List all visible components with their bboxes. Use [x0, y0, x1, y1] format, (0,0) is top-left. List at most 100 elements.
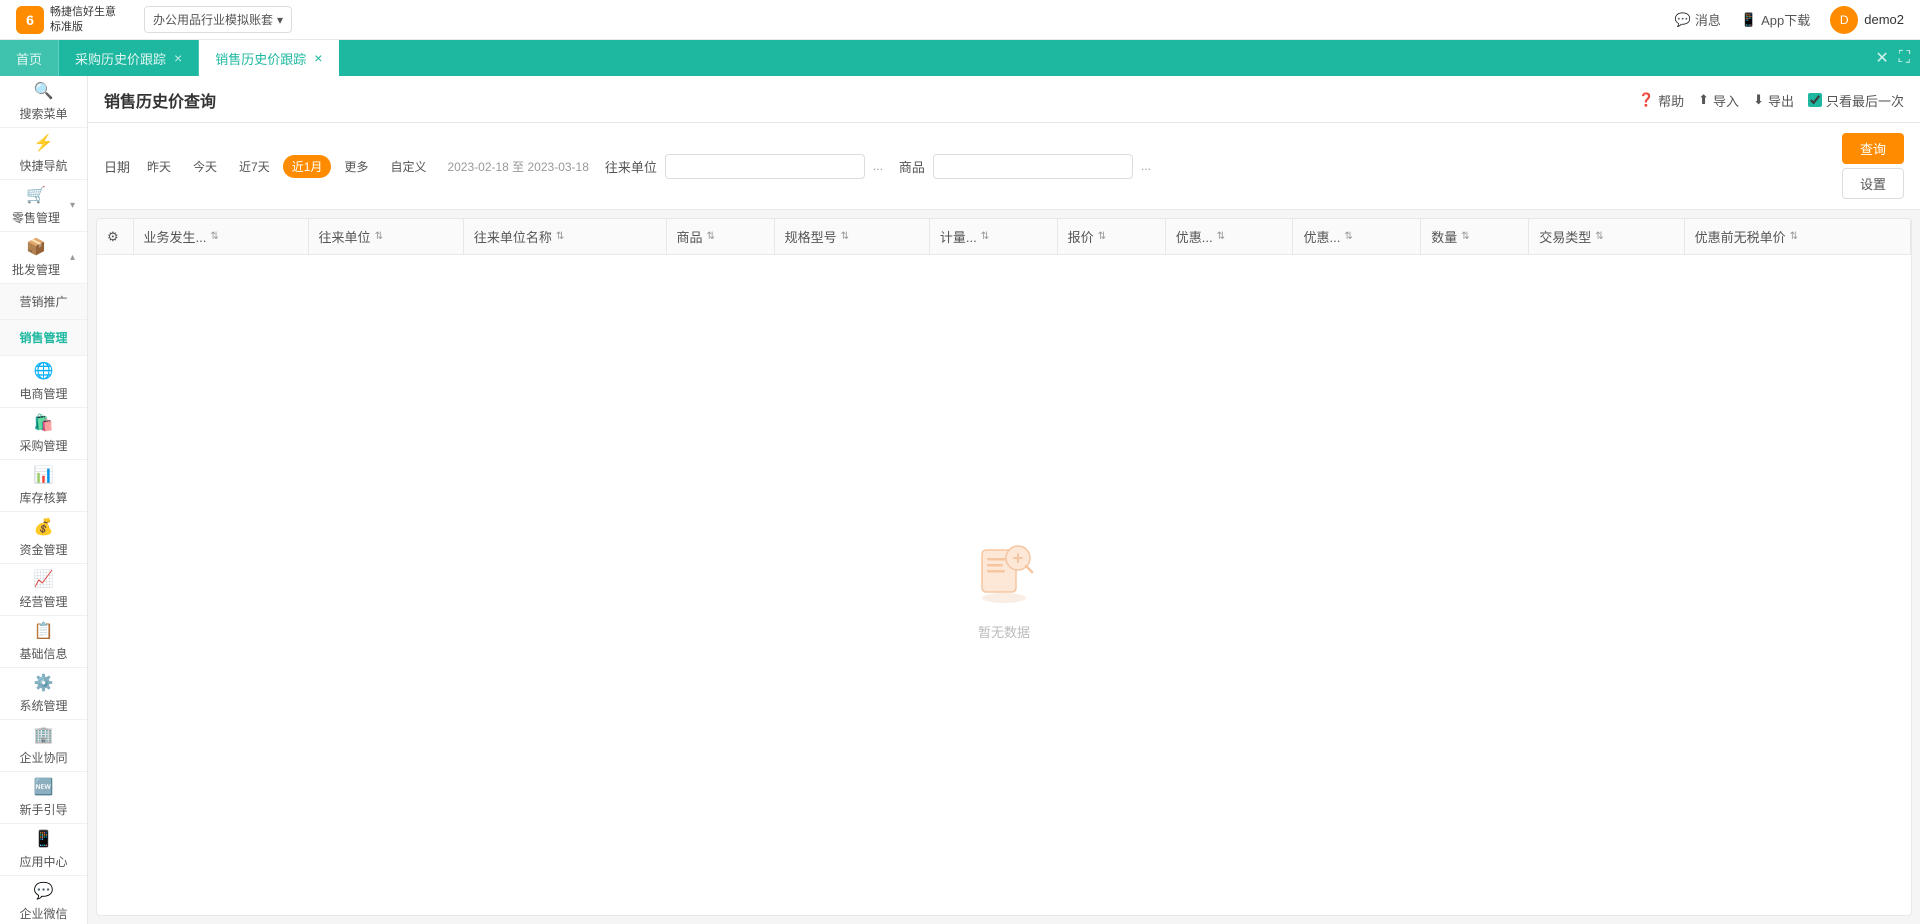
header-left: 6 畅捷信好生意 标准版 办公用品行业模拟账套 ▾ [16, 5, 292, 34]
sort-icon: ⇅ [1098, 231, 1106, 242]
sidebar-item-retail-mgmt[interactable]: 🛒 零售管理 ▾ [0, 180, 87, 232]
table-col-pre-tax-price[interactable]: 优惠前无税单价 ⇅ [1684, 219, 1910, 255]
sort-icon: ⇅ [981, 231, 989, 242]
date-btn-last1m[interactable]: 近1月 [283, 155, 332, 178]
date-buttons: 昨天 今天 近7天 近1月 更多 自定义 [138, 155, 435, 178]
table-col-discount1[interactable]: 优惠... ⇅ [1165, 219, 1293, 255]
counterpart-select-btn[interactable]: ... [873, 159, 883, 173]
table-col-spec[interactable]: 规格型号 ⇅ [774, 219, 929, 255]
message-action[interactable]: 💬 消息 [1675, 10, 1721, 29]
phone-icon: 📱 [1741, 12, 1757, 28]
goods-label: 商品 [899, 157, 925, 176]
trending-icon: 📈 [34, 569, 54, 589]
sidebar-item-wholesale-mgmt[interactable]: 📦 批发管理 ▴ [0, 232, 87, 284]
settings-button[interactable]: 设置 [1842, 168, 1904, 199]
sort-icon: ⇅ [841, 231, 849, 242]
import-icon: ⬆ [1698, 92, 1709, 108]
top-header: 6 畅捷信好生意 标准版 办公用品行业模拟账套 ▾ 💬 消息 📱 App下载 D… [0, 0, 1920, 40]
search-icon: 🔍 [34, 81, 54, 101]
money-icon: 💰 [34, 517, 54, 537]
data-table: ⚙ 业务发生... ⇅ 往来单位 ⇅ [97, 219, 1911, 255]
date-btn-yesterday[interactable]: 昨天 [138, 155, 180, 178]
export-icon: ⬇ [1753, 92, 1764, 108]
sidebar: 🔍 搜索菜单 ⚡ 快捷导航 🛒 零售管理 ▾ 📦 批发管理 ▴ 营销推广 [0, 76, 88, 924]
tab-purchase-close[interactable]: × [174, 51, 182, 65]
user-info[interactable]: D demo2 [1830, 6, 1904, 34]
sidebar-item-inventory[interactable]: 📊 库存核算 [0, 460, 87, 512]
sidebar-item-quick-nav[interactable]: ⚡ 快捷导航 [0, 128, 87, 180]
sidebar-item-app-center[interactable]: 📱 应用中心 [0, 824, 87, 876]
sidebar-item-purchase-mgmt[interactable]: 🛍️ 采购管理 [0, 408, 87, 460]
import-btn[interactable]: ⬆ 导入 [1698, 91, 1739, 110]
new-icon: 🆕 [34, 777, 54, 797]
date-btn-custom[interactable]: 自定义 [381, 155, 435, 178]
tab-sales-close[interactable]: × [314, 51, 322, 65]
page-actions: ❓ 帮助 ⬆ 导入 ⬇ 导出 只看最后一次 [1638, 91, 1904, 110]
app-download-action[interactable]: 📱 App下载 [1741, 10, 1810, 29]
tab-home[interactable]: 首页 [0, 40, 59, 76]
logo[interactable]: 6 畅捷信好生意 标准版 [16, 5, 116, 34]
page-header: 销售历史价查询 ❓ 帮助 ⬆ 导入 ⬇ 导出 [88, 76, 1920, 123]
query-button[interactable]: 查询 [1842, 133, 1904, 164]
date-label: 日期 [104, 157, 130, 176]
table-col-counterpart[interactable]: 往来单位 ⇅ [308, 219, 463, 255]
date-btn-more[interactable]: 更多 [335, 155, 377, 178]
counterpart-input[interactable] [665, 154, 865, 179]
help-icon: ❓ [1638, 92, 1654, 108]
table-col-discount2[interactable]: 优惠... ⇅ [1293, 219, 1421, 255]
table-col-quoted-price[interactable]: 报价 ⇅ [1057, 219, 1165, 255]
page-title: 销售历史价查询 [104, 88, 216, 112]
goods-select-btn[interactable]: ... [1141, 159, 1151, 173]
goods-input[interactable] [933, 154, 1133, 179]
table-col-goods[interactable]: 商品 ⇅ [666, 219, 774, 255]
sidebar-item-search-menu[interactable]: 🔍 搜索菜单 [0, 76, 87, 128]
table-header-row: ⚙ 业务发生... ⇅ 往来单位 ⇅ [97, 219, 1911, 255]
tab-sales-history[interactable]: 销售历史价跟踪 × [199, 40, 339, 76]
sort-icon: ⇅ [1790, 231, 1798, 242]
sidebar-item-enterprise-wechat[interactable]: 💬 企业微信 [0, 876, 87, 924]
sidebar-item-ops-mgmt[interactable]: 📈 经营管理 [0, 564, 87, 616]
sidebar-item-new-guide[interactable]: 🆕 新手引导 [0, 772, 87, 824]
date-btn-last7[interactable]: 近7天 [230, 155, 279, 178]
maximize-btn[interactable]: ⛶ [1899, 49, 1910, 67]
building-icon: 🏢 [34, 725, 54, 745]
logo-icon: 6 [16, 6, 44, 34]
lightning-icon: ⚡ [34, 133, 54, 153]
sidebar-item-marketing[interactable]: 营销推广 [0, 284, 87, 320]
table-col-counterpart-name[interactable]: 往来单位名称 ⇅ [463, 219, 666, 255]
table-col-trade-type[interactable]: 交易类型 ⇅ [1529, 219, 1684, 255]
sidebar-item-enterprise[interactable]: 🏢 企业协同 [0, 720, 87, 772]
settings-icon: ⚙ [107, 229, 119, 244]
table-col-quantity[interactable]: 数量 ⇅ [1421, 219, 1529, 255]
chevron-right-icon: ▾ [70, 200, 75, 211]
counterpart-filter-group: 往来单位 ... [605, 154, 883, 179]
sidebar-item-sales-mgmt[interactable]: 销售管理 [0, 320, 87, 356]
close-window-btn[interactable]: ✕ [1875, 48, 1888, 68]
sort-icon: ⇅ [556, 231, 564, 242]
date-btn-today[interactable]: 今天 [184, 155, 226, 178]
box-icon: 📦 [26, 237, 46, 257]
cart-icon: 🛒 [26, 185, 46, 205]
sidebar-item-basic-info[interactable]: 📋 基础信息 [0, 616, 87, 668]
tab-purchase-history[interactable]: 采购历史价跟踪 × [59, 40, 199, 76]
page-title-row: 销售历史价查询 ❓ 帮助 ⬆ 导入 ⬇ 导出 [104, 88, 1904, 112]
table-col-biz-date[interactable]: 业务发生... ⇅ [133, 219, 308, 255]
table-container: ⚙ 业务发生... ⇅ 往来单位 ⇅ [96, 218, 1912, 916]
counterpart-label: 往来单位 [605, 157, 657, 176]
app-selector[interactable]: 办公用品行业模拟账套 ▾ [144, 6, 292, 33]
only-last-checkbox[interactable] [1808, 93, 1822, 107]
header-right: 💬 消息 📱 App下载 D demo2 [1675, 6, 1904, 34]
clipboard-icon: 📋 [34, 621, 54, 641]
avatar: D [1830, 6, 1858, 34]
table-col-settings[interactable]: ⚙ [97, 219, 133, 255]
empty-text: 暂无数据 [978, 622, 1030, 641]
sidebar-item-sys-mgmt[interactable]: ⚙️ 系统管理 [0, 668, 87, 720]
sort-icon: ⇅ [707, 231, 715, 242]
export-btn[interactable]: ⬇ 导出 [1753, 91, 1794, 110]
gear-icon: ⚙️ [34, 673, 54, 693]
sidebar-item-finance-mgmt[interactable]: 💰 资金管理 [0, 512, 87, 564]
table-col-unit[interactable]: 计量... ⇅ [929, 219, 1057, 255]
sidebar-item-ecom-mgmt[interactable]: 🌐 电商管理 [0, 356, 87, 408]
sort-icon: ⇅ [1461, 231, 1469, 242]
help-btn[interactable]: ❓ 帮助 [1638, 91, 1684, 110]
